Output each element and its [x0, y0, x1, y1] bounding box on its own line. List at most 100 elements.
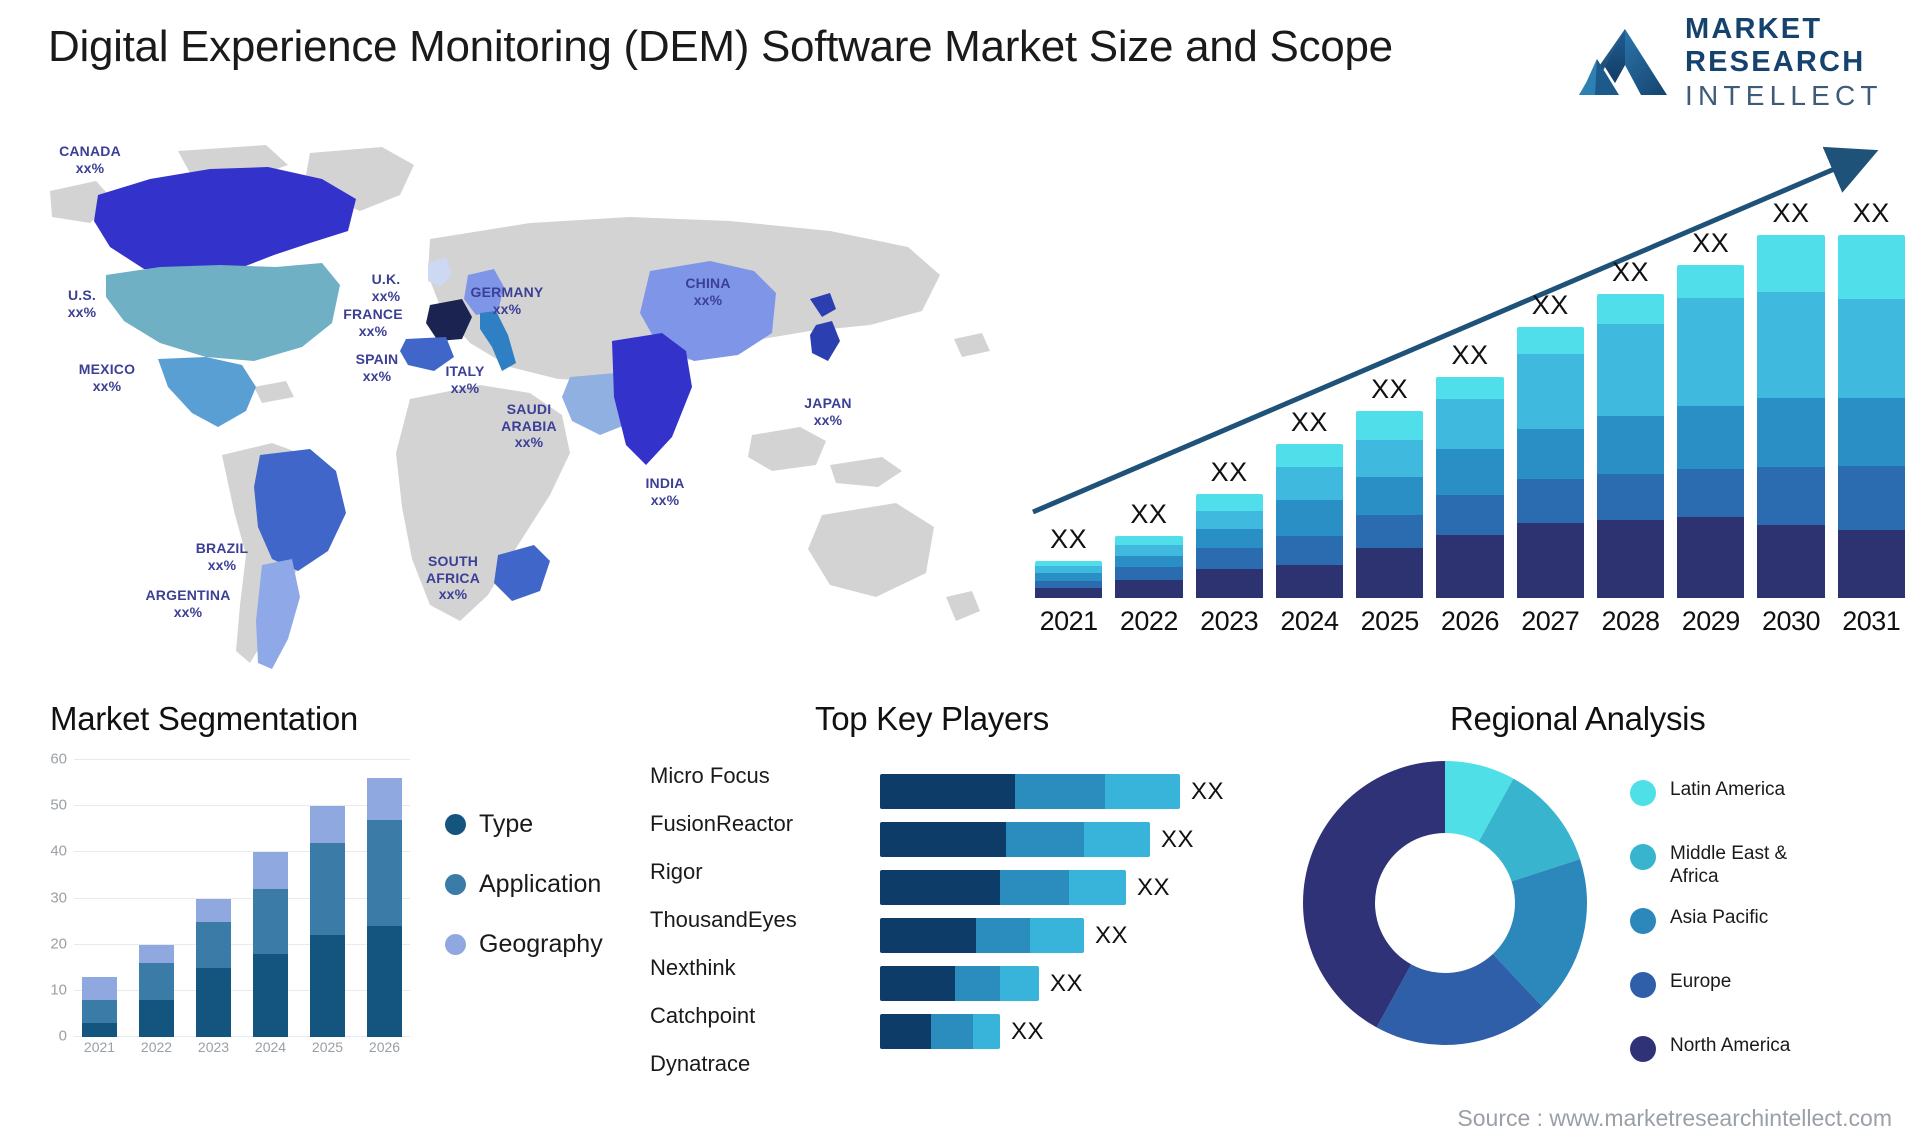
forecast-segment-segment-5-cyan: [1436, 377, 1504, 400]
forecast-segment-segment-5-cyan: [1596, 293, 1665, 325]
forecast-year-axis: 2021 2022 2023 2024 2025 2026 2027 2028 2029 2030…: [1035, 606, 1905, 646]
forecast-segment-segment-1-navy: [1195, 568, 1263, 598]
legend-dot-icon: [445, 814, 466, 835]
forecast-year-label: 2023: [1200, 606, 1259, 636]
segmentation-segment-geography: [253, 852, 288, 890]
forecast-year-label: 2031: [1842, 606, 1901, 636]
player-bar-value: XX: [1050, 969, 1084, 997]
forecast-bar-value: XX: [1852, 198, 1890, 228]
player-segment-part-2: [1015, 774, 1105, 809]
forecast-bar-chart: XX XX XX XX XX XX XX XX XX XX XX 2021 2022 2023 2024 2…: [1015, 140, 1920, 660]
map-region-india: [612, 333, 692, 465]
regional-legend-label: Latin America: [1670, 779, 1786, 800]
forecast-bar-stack: [1436, 377, 1504, 598]
segmentation-x-tick: 2021: [83, 1039, 116, 1055]
segmentation-segment-geography: [196, 898, 231, 922]
forecast-segment-segment-1-navy: [1516, 523, 1584, 598]
player-segment-part-3: [973, 1014, 1000, 1049]
forecast-bar-2026: XX: [1436, 198, 1504, 598]
player-segment-part-1: [880, 822, 1006, 857]
forecast-bar-stack: [1596, 293, 1665, 598]
forecast-segment-segment-3-teal: [1035, 573, 1103, 581]
forecast-segment-segment-4-lightblue: [1757, 292, 1825, 399]
segmentation-bar-stack: [196, 898, 231, 1037]
map-label-germany: GERMANY xx%: [470, 284, 544, 317]
legend-dot-icon: [1630, 844, 1656, 870]
segmentation-segment-application: [253, 889, 288, 954]
regional-legend-label: Middle East & Africa: [1670, 843, 1788, 888]
forecast-segment-segment-3-teal: [1195, 529, 1263, 549]
forecast-segment-segment-5-cyan: [1275, 443, 1344, 467]
segmentation-segment-type: [367, 926, 402, 1037]
forecast-bars-group: XX XX XX XX XX XX XX XX XX XX XX: [1035, 198, 1905, 598]
segmentation-segment-type: [310, 935, 345, 1037]
player-bar-value: XX: [1161, 825, 1195, 853]
segmentation-segment-geography: [139, 944, 174, 964]
segmentation-bar-stack: [139, 944, 174, 1037]
segmentation-y-tick: 60: [50, 750, 67, 768]
forecast-segment-segment-4-lightblue: [1516, 354, 1584, 430]
regional-legend-item-middle-east-africa: Middle East & Africa: [1630, 842, 1790, 888]
forecast-segment-segment-5-cyan: [1356, 410, 1424, 440]
forecast-bar-2023: XX: [1195, 198, 1263, 598]
map-label-japan: JAPAN xx%: [804, 395, 852, 428]
segmentation-segment-geography: [310, 806, 345, 844]
regional-legend-label: Europe: [1670, 971, 1732, 992]
segmentation-x-tick: 2023: [197, 1039, 230, 1055]
segmentation-x-axis: 2021 2022 2023 2024 2025 2026: [74, 1039, 410, 1065]
forecast-bar-2022: XX: [1115, 198, 1183, 598]
forecast-bar-stack: [1837, 235, 1905, 598]
logo-mountain-icon: [1579, 29, 1667, 95]
forecast-year-label: 2024: [1280, 606, 1339, 636]
forecast-segment-segment-2-blue: [1115, 567, 1183, 580]
segmentation-bar-stack: [310, 806, 345, 1037]
player-name: Catchpoint: [650, 1003, 756, 1028]
segmentation-x-tick: 2024: [254, 1039, 287, 1055]
forecast-segment-segment-2-blue: [1436, 495, 1504, 535]
segmentation-x-tick: 2026: [368, 1039, 401, 1055]
forecast-segment-segment-3-teal: [1436, 449, 1504, 496]
segmentation-segment-geography: [367, 778, 402, 821]
forecast-bar-2027: XX: [1516, 198, 1584, 598]
forecast-segment-segment-5-cyan: [1677, 264, 1745, 298]
forecast-bar-2028: XX: [1596, 198, 1665, 598]
segmentation-segment-type: [253, 953, 288, 1037]
map-region-argentina: [256, 559, 300, 669]
forecast-segment-segment-3-teal: [1275, 500, 1344, 536]
logo-line-3: INTELLECT: [1685, 79, 1883, 111]
segmentation-bar-2023: [196, 760, 231, 1037]
forecast-segment-segment-2-blue: [1596, 474, 1665, 521]
map-label-india: INDIA xx%: [645, 475, 685, 508]
player-bar-row: XX: [880, 966, 1300, 1001]
regional-donut-chart: [1303, 761, 1587, 1045]
forecast-segment-segment-2-blue: [1677, 468, 1745, 517]
forecast-segment-segment-3-teal: [1115, 555, 1183, 568]
forecast-segment-segment-2-blue: [1275, 535, 1344, 565]
player-segment-part-2: [976, 918, 1030, 953]
player-segment-part-1: [880, 966, 955, 1001]
segmentation-legend-item-geography: Geography: [445, 930, 603, 959]
player-segment-part-3: [1105, 774, 1180, 809]
regional-legend-item-latin-america: Latin America: [1630, 778, 1790, 824]
player-bar-row: XX: [880, 918, 1300, 953]
player-name: Dynatrace: [650, 1051, 751, 1076]
segmentation-legend-label: Geography: [479, 930, 603, 958]
forecast-segment-segment-3-teal: [1516, 429, 1584, 480]
forecast-bar-value: XX: [1050, 523, 1088, 554]
forecast-bar-stack: [1195, 493, 1263, 598]
forecast-bar-value: XX: [1290, 406, 1328, 437]
segmentation-bar-2025: [310, 760, 345, 1037]
segmentation-legend-item-application: Application: [445, 870, 603, 899]
player-segment-part-3: [1000, 966, 1039, 1001]
player-name: Micro Focus: [650, 763, 770, 788]
player-bar-stack: [880, 1014, 1000, 1049]
forecast-segment-segment-4-lightblue: [1195, 510, 1263, 530]
player-name-list: Micro Focus FusionReactor Rigor ThousandEye…: [650, 752, 797, 1088]
forecast-segment-segment-2-blue: [1195, 548, 1263, 569]
forecast-bar-2030: XX: [1757, 198, 1825, 598]
segmentation-bar-stack: [253, 852, 288, 1037]
forecast-segment-segment-1-navy: [1115, 579, 1183, 598]
segmentation-x-tick: 2022: [140, 1039, 173, 1055]
player-bar-row: XX: [880, 774, 1300, 809]
forecast-segment-segment-3-teal: [1757, 398, 1825, 468]
